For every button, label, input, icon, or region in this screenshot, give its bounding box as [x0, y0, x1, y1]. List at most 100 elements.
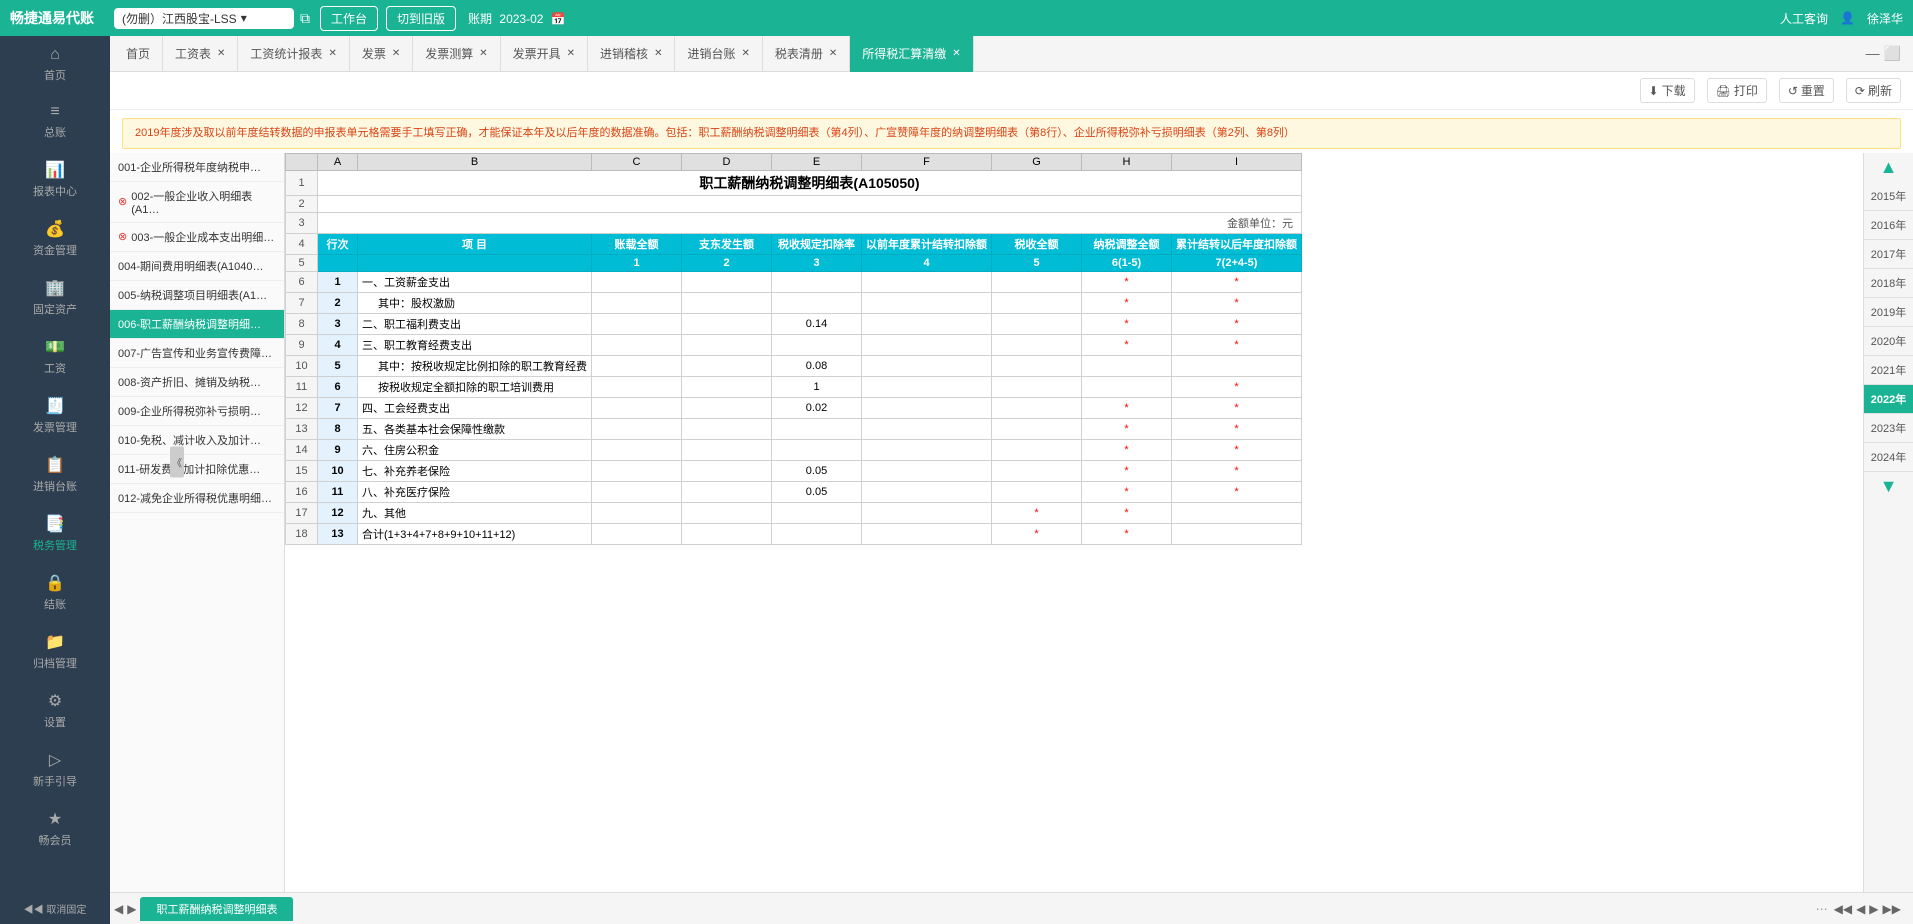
tab-payroll-stats[interactable]: 工资统计报表 ✕ [238, 36, 349, 72]
tab-home[interactable]: 首页 [114, 36, 163, 72]
tab-close-tax-table[interactable]: ✕ [829, 48, 837, 59]
list-item-003[interactable]: ⊗ 003-一般企业成本支出明细… [110, 223, 284, 252]
minimize-icon[interactable]: — [1866, 45, 1880, 62]
period-label: 账期 2023-02 📅 [468, 10, 566, 27]
year-item-2023[interactable]: 2023年 [1864, 414, 1913, 443]
tab-close-issue[interactable]: ✕ [567, 48, 575, 59]
tab-close-ledger[interactable]: ✕ [741, 48, 749, 59]
sidebar-item-label: 税务管理 [33, 537, 77, 553]
tab-close-invoice[interactable]: ✕ [392, 48, 400, 59]
sidebar-item-asset-mgmt[interactable]: 💰 资金管理 [0, 209, 110, 268]
table-title: 职工薪酬纳税调整明细表(A105050) [318, 170, 1302, 195]
sidebar-item-settings[interactable]: ⚙ 设置 [0, 681, 110, 740]
sidebar-item-report-center[interactable]: 📊 报表中心 [0, 150, 110, 209]
table-row: 12 7 四、工会经费支出 0.02 * * [286, 397, 1302, 418]
sidebar-item-label: 报表中心 [33, 183, 77, 199]
tab-close-income-tax[interactable]: ✕ [952, 48, 960, 59]
tab-payroll-table[interactable]: 工资表 ✕ [163, 36, 238, 72]
tab-close-payroll[interactable]: ✕ [217, 48, 225, 59]
tab-close-audit[interactable]: ✕ [654, 48, 662, 59]
main-area: ⌂ 首页 ≡ 总账 📊 报表中心 💰 资金管理 🏢 固定资产 💵 工资 [0, 36, 1913, 924]
bottom-scroll-next[interactable]: ▶ [1869, 902, 1878, 916]
year-scroll-up-button[interactable]: ▲ [1876, 153, 1902, 182]
sidebar-item-label: 进销台账 [33, 478, 77, 494]
refresh-button[interactable]: ⟳ 刷新 [1846, 78, 1901, 103]
print-button[interactable]: 🖨 打印 [1707, 78, 1767, 103]
sidebar-item-new-guide[interactable]: ▷ 新手引导 [0, 740, 110, 799]
sidebar-item-close-period[interactable]: 🔒 结账 [0, 563, 110, 622]
year-item-2018[interactable]: 2018年 [1864, 269, 1913, 298]
error-icon-002: ⊗ [118, 195, 127, 208]
tab-tax-table[interactable]: 税表清册 ✕ [763, 36, 850, 72]
cancel-fixed-btn[interactable]: ◀◀ 取消固定 [0, 893, 110, 924]
table-row: 6 1 一、工资薪金支出 * * [286, 271, 1302, 292]
sidebar-item-archive[interactable]: 📁 归档管理 [0, 622, 110, 681]
bottom-scroll-to-end[interactable]: ▶▶ [1883, 902, 1901, 916]
user-name: 徐泽华 [1867, 10, 1903, 27]
period-calendar-icon[interactable]: 📅 [551, 12, 566, 26]
year-item-2020[interactable]: 2020年 [1864, 327, 1913, 356]
tab-audit[interactable]: 进销稽核 ✕ [588, 36, 675, 72]
home-icon: ⌂ [50, 46, 60, 64]
sidebar-item-home[interactable]: ⌂ 首页 [0, 36, 110, 93]
tab-close-calc[interactable]: ✕ [479, 48, 487, 59]
sidebar-item-label: 归档管理 [33, 655, 77, 671]
year-item-2021[interactable]: 2021年 [1864, 356, 1913, 385]
sidebar-item-purchase-sales[interactable]: 📋 进销台账 [0, 445, 110, 504]
list-item-012[interactable]: 012-减免企业所得税优惠明细… [110, 484, 284, 513]
sidebar-item-payroll[interactable]: 💵 工资 [0, 327, 110, 386]
bottom-tab-payroll-adjust[interactable]: 职工薪酬纳税调整明细表 [140, 897, 293, 921]
sidebar-item-tax-mgmt[interactable]: 📑 税务管理 [0, 504, 110, 563]
sidebar-item-general-ledger[interactable]: ≡ 总账 [0, 93, 110, 150]
year-item-2019[interactable]: 2019年 [1864, 298, 1913, 327]
tab-invoice[interactable]: 发票 ✕ [350, 36, 413, 72]
tab-invoice-calc[interactable]: 发票测算 ✕ [413, 36, 500, 72]
table-row: 17 12 九、其他 * * [286, 502, 1302, 523]
payroll-icon: 💵 [45, 337, 65, 357]
list-item-010[interactable]: 010-免税、减计收入及加计… [110, 426, 284, 455]
app-container: 畅捷通易代账 (勿删）江西股宝-LSS ▾ ⧉ 工作台 切到旧版 账期 2023… [0, 0, 1913, 924]
sidebar-item-member[interactable]: ★ 畅会员 [0, 799, 110, 858]
sidebar-item-fixed-assets[interactable]: 🏢 固定资产 [0, 268, 110, 327]
list-item-002[interactable]: ⊗ 002-一般企业收入明细表(A1… [110, 182, 284, 223]
company-selector[interactable]: (勿删）江西股宝-LSS ▾ [114, 8, 294, 29]
list-item-005[interactable]: 005-纳税调整项目明细表(A1… [110, 281, 284, 310]
tab-purchase-ledger[interactable]: 进销台账 ✕ [675, 36, 762, 72]
bottom-scroll-to-start[interactable]: ◀◀ [1834, 902, 1852, 916]
sidebar-item-label: 总账 [44, 124, 66, 140]
download-button[interactable]: ⬇ 下载 [1640, 78, 1695, 103]
list-item-006[interactable]: 006-职工薪酬纳税调整明细… [110, 310, 284, 339]
list-item-001[interactable]: 001-企业所得税年度纳税申… [110, 153, 284, 182]
switch-old-version-button[interactable]: 切到旧版 [386, 6, 456, 31]
tab-invoice-issue[interactable]: 发票开具 ✕ [501, 36, 588, 72]
workspace-button[interactable]: 工作台 [320, 6, 378, 31]
tab-close-stats[interactable]: ✕ [328, 48, 336, 59]
year-item-2016[interactable]: 2016年 [1864, 211, 1913, 240]
bottom-scroll-prev[interactable]: ◀ [1856, 902, 1865, 916]
year-item-2024[interactable]: 2024年 [1864, 443, 1913, 472]
year-scroll-down-button[interactable]: ▼ [1876, 472, 1902, 501]
bottom-dots[interactable]: ⋯ [1816, 902, 1830, 916]
service-link[interactable]: 人工客询 [1780, 10, 1828, 27]
list-item-009[interactable]: 009-企业所得税弥补亏损明… [110, 397, 284, 426]
maximize-icon[interactable]: ⬜ [1884, 45, 1901, 62]
tab-income-tax[interactable]: 所得税汇算清缴 ✕ [850, 36, 973, 72]
spreadsheet-wrapper[interactable]: A B C D E F G H I [285, 153, 1913, 893]
sidebar-item-invoice-mgmt[interactable]: 🧾 发票管理 [0, 386, 110, 445]
list-item-011[interactable]: 011-研发费用加计扣除优惠… [110, 455, 284, 484]
year-item-2017[interactable]: 2017年 [1864, 240, 1913, 269]
bottom-scroll-area: ⋯ ◀◀ ◀ ▶ ▶▶ [1808, 902, 1909, 916]
year-item-2015[interactable]: 2015年 [1864, 182, 1913, 211]
table-row: 14 9 六、住房公积金 * * [286, 439, 1302, 460]
list-item-007[interactable]: 007-广告宣传和业务宣传费障… [110, 339, 284, 368]
year-item-2022[interactable]: 2022年 [1864, 385, 1913, 414]
collapse-left-list-button[interactable]: 《 [170, 447, 184, 478]
spreadsheet-table: A B C D E F G H I [285, 153, 1302, 545]
table-row: 7 2 其中：股权激励 * * [286, 292, 1302, 313]
reset-button[interactable]: ↺ 重置 [1779, 78, 1834, 103]
list-item-008[interactable]: 008-资产折旧、摊销及纳税… [110, 368, 284, 397]
bottom-scroll-left-icon[interactable]: ◀ [114, 902, 123, 916]
list-item-004[interactable]: 004-期间费用明细表(A1040… [110, 252, 284, 281]
bottom-scroll-right-icon[interactable]: ▶ [127, 902, 136, 916]
toolbar: ⬇ 下载 🖨 打印 ↺ 重置 ⟳ 刷新 [110, 72, 1913, 110]
